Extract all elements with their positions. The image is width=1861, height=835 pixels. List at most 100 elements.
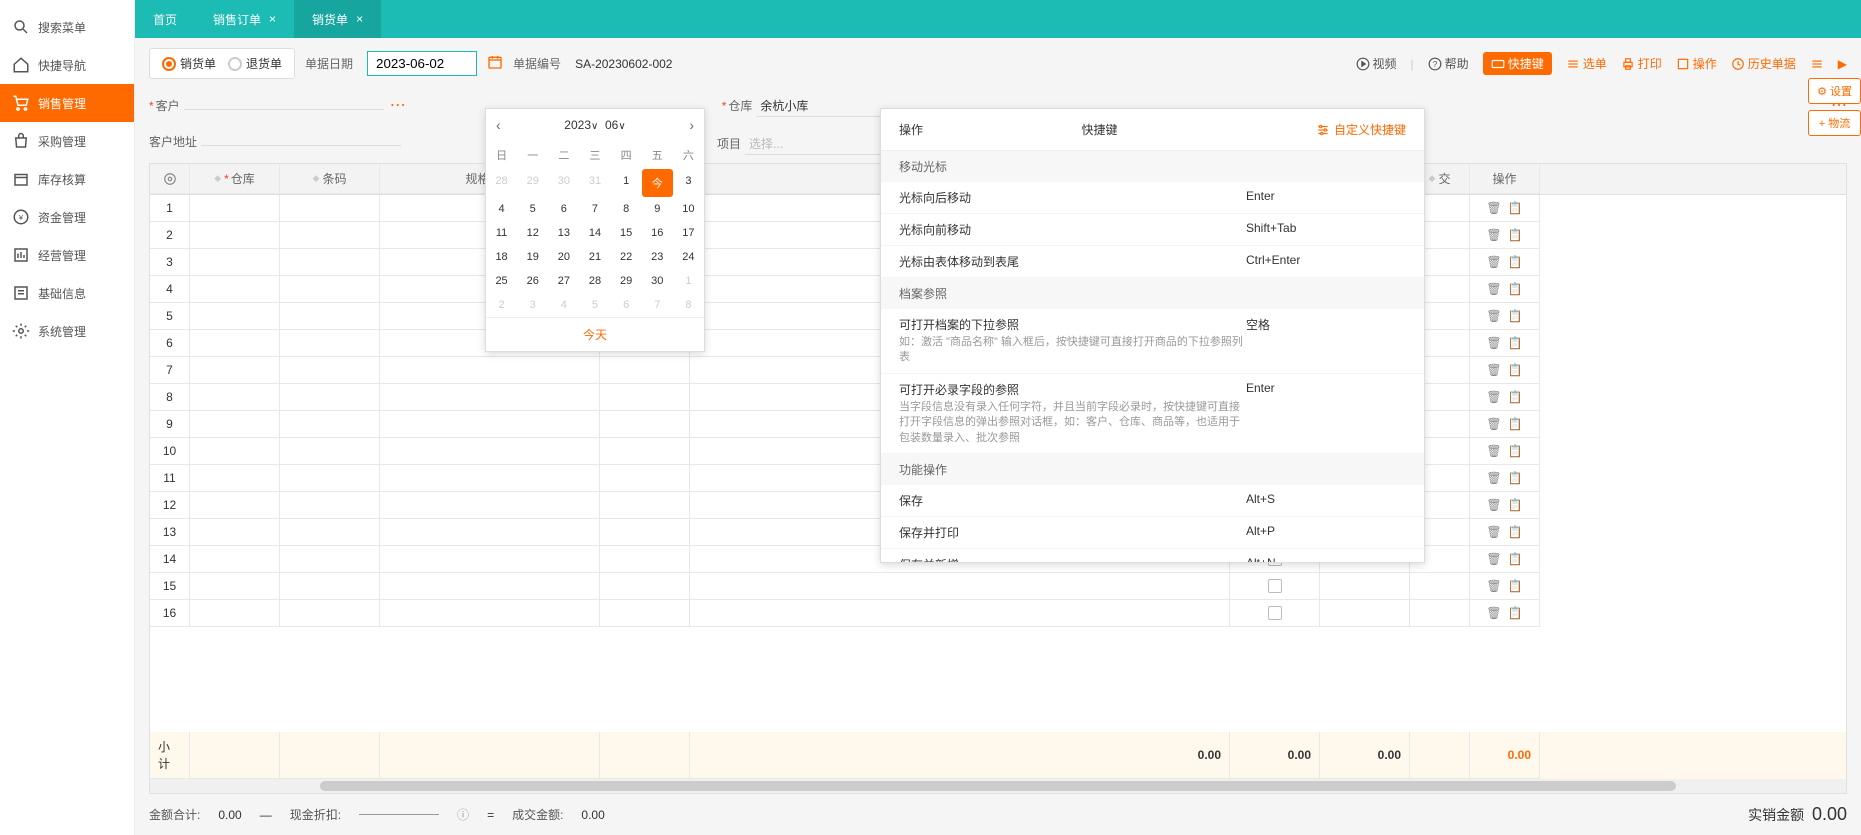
calendar-next[interactable]: › (689, 117, 694, 133)
close-icon[interactable]: × (356, 12, 363, 26)
calendar-day-next[interactable]: 8 (673, 293, 704, 317)
tab-sales-order[interactable]: 销售订单× (195, 0, 294, 38)
table-cell[interactable] (280, 384, 380, 411)
table-cell[interactable] (1320, 573, 1410, 600)
sidebar-item-funds[interactable]: ¥资金管理 (0, 198, 134, 236)
table-cell[interactable] (280, 546, 380, 573)
action-cell[interactable]: 🗑📋 (1470, 600, 1540, 627)
table-cell[interactable] (600, 465, 690, 492)
more-icon[interactable]: ⋯ (390, 97, 406, 114)
calendar-day[interactable]: 16 (642, 221, 673, 245)
table-cell[interactable] (380, 492, 600, 519)
table-cell[interactable] (280, 465, 380, 492)
th-warehouse[interactable]: ◆*仓库 (190, 164, 280, 194)
table-cell[interactable] (600, 573, 690, 600)
table-cell[interactable] (280, 411, 380, 438)
horizontal-scrollbar[interactable] (150, 779, 1846, 793)
calendar-day-next[interactable]: 4 (548, 293, 579, 317)
table-cell[interactable] (690, 600, 1230, 627)
action-cell[interactable]: 🗑📋 (1470, 519, 1540, 546)
more-toolbar-button[interactable] (1810, 57, 1824, 71)
calendar-day[interactable]: 22 (611, 245, 642, 269)
copy-icon[interactable]: 📋 (1508, 552, 1523, 566)
copy-icon[interactable]: 📋 (1508, 228, 1523, 242)
copy-icon[interactable]: 📋 (1508, 201, 1523, 215)
calendar-day[interactable]: 21 (579, 245, 610, 269)
calendar-icon[interactable] (487, 54, 503, 73)
copy-icon[interactable]: 📋 (1508, 390, 1523, 404)
calendar-day[interactable]: 14 (579, 221, 610, 245)
table-cell[interactable] (1410, 573, 1470, 600)
copy-icon[interactable]: 📋 (1508, 444, 1523, 458)
table-cell[interactable] (1410, 600, 1470, 627)
calendar-day-prev[interactable]: 29 (517, 169, 548, 197)
date-input[interactable] (367, 51, 477, 76)
copy-icon[interactable]: 📋 (1508, 606, 1523, 620)
table-cell[interactable] (190, 357, 280, 384)
calendar-day[interactable]: 13 (548, 221, 579, 245)
table-cell[interactable] (280, 249, 380, 276)
calendar-day[interactable]: 12 (517, 221, 548, 245)
table-cell[interactable] (190, 276, 280, 303)
calendar-day[interactable]: 9 (642, 197, 673, 221)
sidebar-item-base[interactable]: 基础信息 (0, 274, 134, 312)
delete-icon[interactable]: 🗑 (1486, 228, 1501, 242)
calendar-day[interactable]: 11 (486, 221, 517, 245)
delete-icon[interactable]: 🗑 (1486, 552, 1501, 566)
copy-icon[interactable]: 📋 (1508, 498, 1523, 512)
video-button[interactable]: 视频 (1356, 55, 1397, 72)
table-cell[interactable] (600, 492, 690, 519)
calendar-day[interactable]: 10 (673, 197, 704, 221)
table-cell[interactable] (190, 546, 280, 573)
table-cell[interactable] (600, 600, 690, 627)
calendar-day-next[interactable]: 5 (579, 293, 610, 317)
calendar-day[interactable]: 18 (486, 245, 517, 269)
customer-field[interactable] (184, 105, 384, 110)
action-cell[interactable]: 🗑📋 (1470, 438, 1540, 465)
copy-icon[interactable]: 📋 (1508, 255, 1523, 269)
next-button[interactable]: ▶ (1838, 57, 1847, 71)
table-cell[interactable] (190, 411, 280, 438)
table-cell[interactable] (190, 195, 280, 222)
action-cell[interactable]: 🗑📋 (1470, 330, 1540, 357)
copy-icon[interactable]: 📋 (1508, 471, 1523, 485)
calendar-day-next[interactable]: 3 (517, 293, 548, 317)
table-cell[interactable] (600, 546, 690, 573)
copy-icon[interactable]: 📋 (1508, 363, 1523, 377)
table-cell[interactable] (280, 573, 380, 600)
gift-cell[interactable] (1230, 573, 1320, 600)
sidebar-item-inventory[interactable]: 库存核算 (0, 160, 134, 198)
select-button[interactable]: 选单 (1566, 55, 1607, 72)
delete-icon[interactable]: 🗑 (1486, 255, 1501, 269)
calendar-day[interactable]: 7 (579, 197, 610, 221)
th-settings[interactable] (150, 164, 190, 194)
table-cell[interactable] (280, 600, 380, 627)
table-cell[interactable] (190, 492, 280, 519)
table-cell[interactable] (690, 573, 1230, 600)
table-cell[interactable] (600, 384, 690, 411)
calendar-day[interactable]: 26 (517, 269, 548, 293)
table-cell[interactable] (280, 492, 380, 519)
calendar-day-next[interactable]: 7 (642, 293, 673, 317)
copy-icon[interactable]: 📋 (1508, 309, 1523, 323)
settings-button[interactable]: ⚙ 设置 (1808, 78, 1861, 104)
sidebar-item-purchase[interactable]: 采购管理 (0, 122, 134, 160)
delete-icon[interactable]: 🗑 (1486, 606, 1501, 620)
delete-icon[interactable]: 🗑 (1486, 579, 1501, 593)
action-cell[interactable]: 🗑📋 (1470, 195, 1540, 222)
calendar-day[interactable]: 20 (548, 245, 579, 269)
table-cell[interactable] (190, 519, 280, 546)
address-field[interactable] (201, 141, 401, 146)
gift-checkbox[interactable] (1268, 606, 1282, 620)
action-cell[interactable]: 🗑📋 (1470, 411, 1540, 438)
help-icon[interactable]: ⓘ (457, 806, 469, 823)
custom-shortcuts-button[interactable]: 自定义快捷键 (1316, 121, 1406, 138)
calendar-day[interactable]: 28 (579, 269, 610, 293)
table-cell[interactable] (280, 357, 380, 384)
copy-icon[interactable]: 📋 (1508, 282, 1523, 296)
action-cell[interactable]: 🗑📋 (1470, 276, 1540, 303)
calendar-day[interactable]: 17 (673, 221, 704, 245)
sidebar-item-sales[interactable]: 销售管理 (0, 84, 134, 122)
action-cell[interactable]: 🗑📋 (1470, 573, 1540, 600)
sidebar-item-business[interactable]: 经营管理 (0, 236, 134, 274)
